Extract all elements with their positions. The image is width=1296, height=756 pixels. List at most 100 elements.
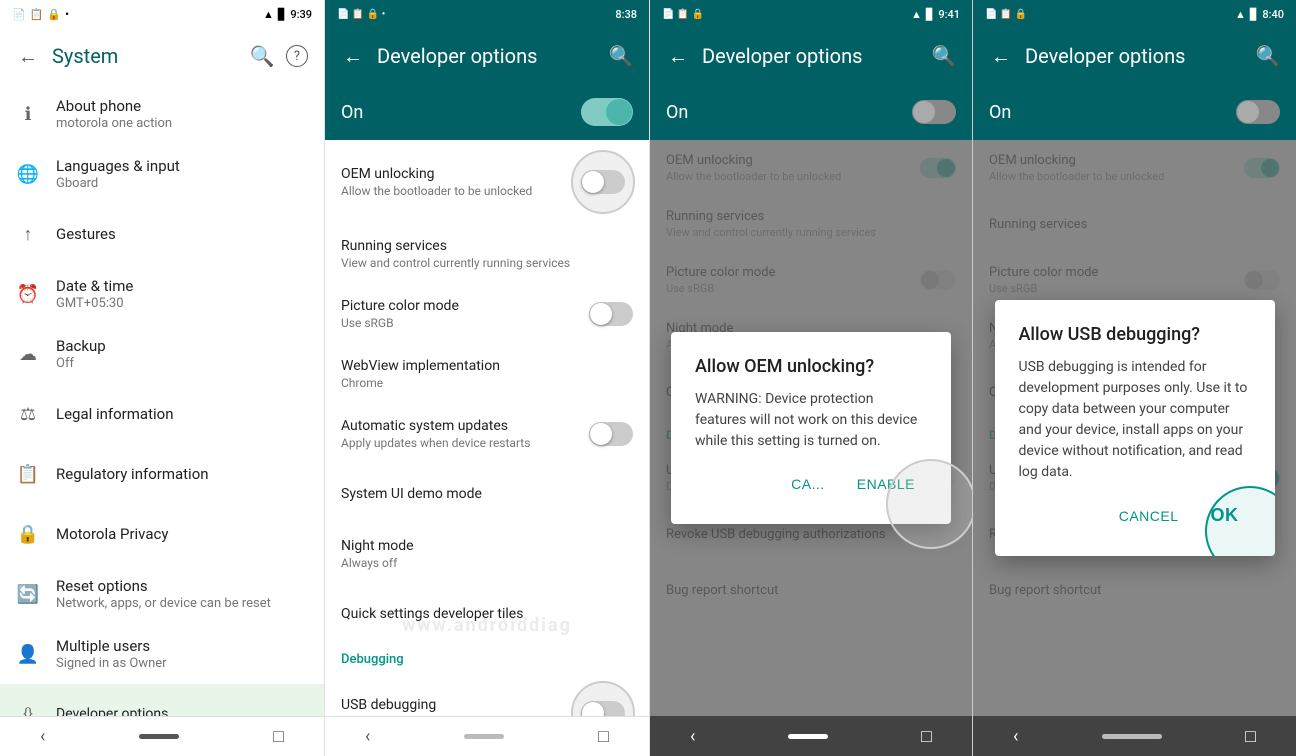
settings-item-users[interactable]: 👤 Multiple users Signed in as Owner bbox=[0, 624, 324, 684]
help-button-p1[interactable]: ? bbox=[286, 45, 308, 67]
users-icon: 👤 bbox=[16, 642, 40, 666]
usb-dialog-title: Allow USB debugging? bbox=[1019, 324, 1251, 345]
back-button-p4[interactable]: ← bbox=[989, 44, 1013, 68]
dev-item-running[interactable]: Running services View and control curren… bbox=[325, 224, 649, 284]
dev-item-picture[interactable]: Picture color mode Use sRGB bbox=[325, 284, 649, 344]
usb-toggle-knob bbox=[582, 702, 604, 716]
running-subtitle: View and control currently running servi… bbox=[341, 256, 633, 270]
dev-item-autoupdate[interactable]: Automatic system updates Apply updates w… bbox=[325, 404, 649, 464]
dot-icon: • bbox=[65, 8, 69, 21]
settings-item-regulatory[interactable]: 📋 Regulatory information bbox=[0, 444, 324, 504]
usb-toggle[interactable] bbox=[581, 701, 625, 716]
recents-nav-p2[interactable]: □ bbox=[598, 726, 609, 747]
legal-icon: ⚖ bbox=[16, 402, 40, 426]
on-toggle-row[interactable]: On bbox=[325, 84, 649, 140]
oem-toggle[interactable] bbox=[581, 170, 625, 194]
on-label-p4: On bbox=[989, 102, 1011, 123]
reset-subtitle: Network, apps, or device can be reset bbox=[56, 596, 308, 611]
status-icons-left: 📄 📋 🔒 • bbox=[12, 8, 69, 21]
lock-icon: 🔒 bbox=[47, 8, 61, 21]
search-button-p4[interactable]: 🔍 bbox=[1256, 44, 1280, 68]
home-nav-p4[interactable] bbox=[1102, 734, 1162, 739]
ok-circle-decoration bbox=[1205, 486, 1275, 556]
autoupdate-toggle-knob bbox=[590, 423, 612, 445]
app-bar-p1: ← System 🔍 ? bbox=[0, 28, 324, 84]
settings-item-legal[interactable]: ⚖ Legal information bbox=[0, 384, 324, 444]
settings-item-developer[interactable]: {} Developer options bbox=[0, 684, 324, 716]
settings-item-languages[interactable]: 🌐 Languages & input Gboard bbox=[0, 144, 324, 204]
languages-icon: 🌐 bbox=[16, 162, 40, 186]
settings-item-about[interactable]: ℹ About phone motorola one action bbox=[0, 84, 324, 144]
on-toggle-row-p3[interactable]: On bbox=[650, 84, 972, 140]
page-title-p1: System bbox=[52, 44, 238, 68]
back-nav-p2[interactable]: ‹ bbox=[365, 726, 370, 747]
search-button-p3[interactable]: 🔍 bbox=[932, 44, 956, 68]
back-nav-p4[interactable]: ‹ bbox=[1013, 726, 1018, 747]
on-label: On bbox=[341, 102, 363, 123]
developer-toggle[interactable] bbox=[581, 98, 633, 126]
settings-item-datetime[interactable]: ⏰ Date & time GMT+05:30 bbox=[0, 264, 324, 324]
dev-item-oem[interactable]: OEM unlocking Allow the bootloader to be… bbox=[325, 140, 649, 224]
battery-icon-p4: ▊ bbox=[1250, 8, 1258, 21]
developer-toggle-p3[interactable] bbox=[912, 100, 956, 124]
settings-item-gestures[interactable]: ↑ Gestures bbox=[0, 204, 324, 264]
datetime-icon: ⏰ bbox=[16, 282, 40, 306]
panel-developer-oem-dialog: 📄 📋 🔒 ▲ ▊ 9:41 ← Developer options 🔍 On … bbox=[650, 0, 973, 756]
dev-options-list: OEM unlocking Allow the bootloader to be… bbox=[325, 140, 649, 716]
languages-subtitle: Gboard bbox=[56, 176, 308, 191]
home-nav-p2[interactable] bbox=[464, 734, 504, 739]
page-title-p2: Developer options bbox=[377, 44, 597, 68]
recents-nav-p4[interactable]: □ bbox=[1245, 726, 1256, 747]
back-nav-p1[interactable]: ‹ bbox=[40, 726, 45, 747]
oem-toggle-knob bbox=[582, 171, 604, 193]
oem-subtitle: Allow the bootloader to be unlocked bbox=[341, 184, 573, 198]
status-right-p2: 8:38 bbox=[615, 8, 637, 21]
toggle-knob-p3 bbox=[913, 101, 935, 123]
dev-item-quicksettings[interactable]: Quick settings developer tiles bbox=[325, 584, 649, 644]
dev-item-nightmode[interactable]: Night mode Always off bbox=[325, 524, 649, 584]
nightmode-subtitle: Always off bbox=[341, 556, 633, 570]
webview-subtitle: Chrome bbox=[341, 376, 633, 390]
p4-content: OEM unlocking Allow the bootloader to be… bbox=[973, 140, 1296, 716]
oem-cancel-button[interactable]: Ca... bbox=[779, 468, 837, 500]
backup-title: Backup bbox=[56, 337, 308, 355]
gestures-title: Gestures bbox=[56, 225, 308, 243]
back-button-p1[interactable]: ← bbox=[16, 44, 40, 68]
notification-icon1: 📄 bbox=[12, 8, 26, 21]
users-title: Multiple users bbox=[56, 637, 308, 655]
settings-list-p1: ℹ About phone motorola one action 🌐 Lang… bbox=[0, 84, 324, 716]
recents-nav-p1[interactable]: □ bbox=[273, 726, 284, 747]
dev-item-uidemo[interactable]: System UI demo mode bbox=[325, 464, 649, 524]
back-button-p3[interactable]: ← bbox=[666, 44, 690, 68]
dev-item-webview[interactable]: WebView implementation Chrome bbox=[325, 344, 649, 404]
home-nav-p3[interactable] bbox=[788, 734, 828, 739]
oem-dialog-title: Allow OEM unlocking? bbox=[695, 356, 927, 377]
languages-title: Languages & input bbox=[56, 157, 308, 175]
running-title: Running services bbox=[341, 238, 633, 254]
back-nav-p3[interactable]: ‹ bbox=[690, 726, 695, 747]
usb-dialog-overlay: Allow USB debugging? USB debugging is in… bbox=[973, 140, 1296, 716]
settings-item-reset[interactable]: 🔄 Reset options Network, apps, or device… bbox=[0, 564, 324, 624]
picture-toggle[interactable] bbox=[589, 302, 633, 326]
time-p1: 9:39 bbox=[290, 8, 312, 21]
usb-cancel-button[interactable]: Cancel bbox=[1107, 499, 1191, 532]
autoupdate-toggle[interactable] bbox=[589, 422, 633, 446]
dev-item-usb[interactable]: USB debugging Debug mode when USB is con… bbox=[325, 671, 649, 716]
toggle-knob bbox=[606, 99, 632, 125]
reset-title: Reset options bbox=[56, 577, 308, 595]
developer-icon: {} bbox=[16, 702, 40, 716]
settings-item-backup[interactable]: ☁ Backup Off bbox=[0, 324, 324, 384]
back-button-p2[interactable]: ← bbox=[341, 44, 365, 68]
gestures-icon: ↑ bbox=[16, 222, 40, 246]
about-title: About phone bbox=[56, 97, 308, 115]
recents-nav-p3[interactable]: □ bbox=[921, 726, 932, 747]
on-label-p3: On bbox=[666, 102, 688, 123]
page-title-p3: Developer options bbox=[702, 44, 920, 68]
developer-toggle-p4[interactable] bbox=[1236, 100, 1280, 124]
settings-item-privacy[interactable]: 🔒 Motorola Privacy bbox=[0, 504, 324, 564]
home-nav-p1[interactable] bbox=[139, 734, 179, 739]
on-toggle-row-p4[interactable]: On bbox=[973, 84, 1296, 140]
search-button-p1[interactable]: 🔍 bbox=[250, 44, 274, 68]
oem-dialog-overlay: Allow OEM unlocking? WARNING: Device pro… bbox=[650, 140, 972, 716]
search-button-p2[interactable]: 🔍 bbox=[609, 44, 633, 68]
